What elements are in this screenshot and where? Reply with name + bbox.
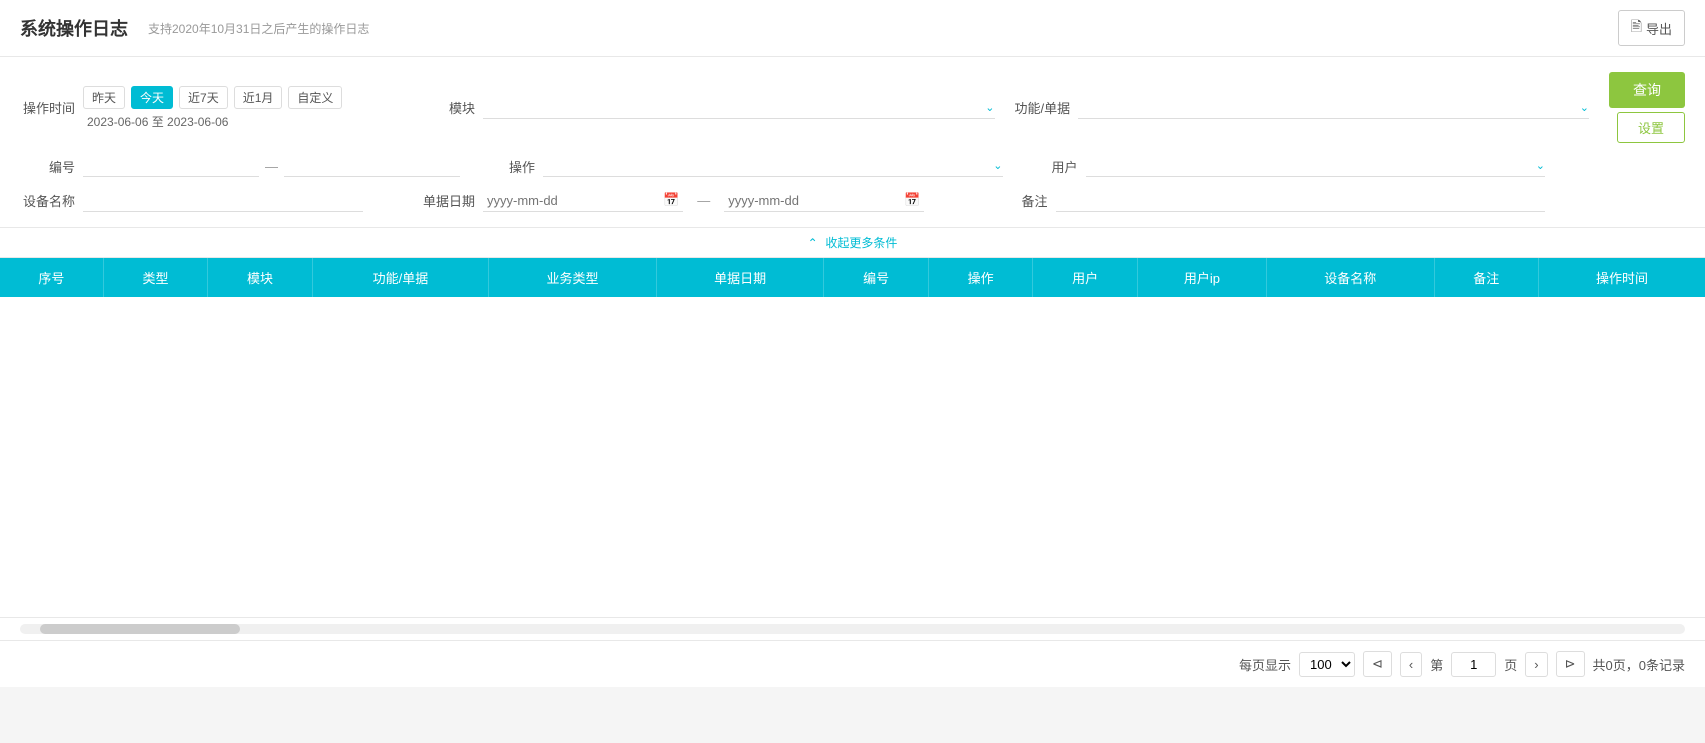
num-label: 编号 xyxy=(20,157,75,176)
calendar-end-icon[interactable]: 📅 xyxy=(904,192,920,208)
table-header-cell: 用户ip xyxy=(1137,258,1266,297)
today-btn[interactable]: 今天 xyxy=(131,86,173,109)
date-end-input[interactable] xyxy=(728,193,904,208)
collapse-label: 收起更多条件 xyxy=(825,236,897,250)
page-size-select[interactable]: 100 50 200 xyxy=(1299,652,1355,677)
yesterday-btn[interactable]: 昨天 xyxy=(83,86,125,109)
export-button[interactable]: 🖹 导出 xyxy=(1618,10,1685,46)
settings-button[interactable]: 设置 xyxy=(1617,112,1685,143)
collapse-bar[interactable]: ⌃ 收起更多条件 xyxy=(0,228,1705,258)
action-buttons: 查询 设置 xyxy=(1609,72,1685,143)
user-label: 用户 xyxy=(1023,157,1078,176)
func-label: 功能/单据 xyxy=(1015,98,1071,117)
func-select[interactable] xyxy=(1078,100,1576,115)
num-dash: — xyxy=(265,159,278,174)
query-button[interactable]: 查询 xyxy=(1609,72,1685,108)
scrollbar-thumb[interactable] xyxy=(40,624,240,634)
calendar-start-icon[interactable]: 📅 xyxy=(663,192,679,208)
date-dash: — xyxy=(697,193,710,208)
device-label: 设备名称 xyxy=(20,191,75,210)
table-header-cell: 编号 xyxy=(824,258,928,297)
remark-label: 备注 xyxy=(993,191,1048,210)
filter-area: 操作时间 昨天 今天 近7天 近1月 自定义 2023-06-06 至 2023… xyxy=(0,57,1705,228)
empty-area xyxy=(0,297,1705,617)
num-start-input[interactable] xyxy=(83,155,259,177)
num-end-input[interactable] xyxy=(284,155,460,177)
table-header-cell: 单据日期 xyxy=(656,258,824,297)
pagination-bar: 每页显示 100 50 200 ⊲ ‹ 第 页 › ⊳ 共0页，0条记录 xyxy=(0,640,1705,687)
page-number-input[interactable] xyxy=(1451,652,1496,677)
data-table: 序号类型模块功能/单据业务类型单据日期编号操作用户用户ip设备名称备注操作时间 xyxy=(0,258,1705,297)
module-select[interactable] xyxy=(483,100,981,115)
user-select[interactable] xyxy=(1086,158,1532,173)
custom-btn[interactable]: 自定义 xyxy=(288,86,342,109)
user-chevron-icon: ⌄ xyxy=(1536,159,1545,172)
op-select[interactable] xyxy=(543,158,989,173)
table-header-cell: 备注 xyxy=(1434,258,1538,297)
last1month-btn[interactable]: 近1月 xyxy=(234,86,283,109)
table-area: 序号类型模块功能/单据业务类型单据日期编号操作用户用户ip设备名称备注操作时间 xyxy=(0,258,1705,617)
table-header-cell: 序号 xyxy=(0,258,103,297)
table-header-cell: 功能/单据 xyxy=(312,258,488,297)
date-range-display: 2023-06-06 至 2023-06-06 xyxy=(87,113,342,130)
module-chevron-icon: ⌄ xyxy=(985,101,994,114)
date-start-input[interactable] xyxy=(487,193,663,208)
per-page-label: 每页显示 xyxy=(1239,655,1291,674)
page-summary: 共0页，0条记录 xyxy=(1593,655,1685,674)
page-text-label: 第 xyxy=(1430,655,1443,674)
scrollbar-area xyxy=(0,617,1705,640)
last-page-btn[interactable]: ⊳ xyxy=(1556,651,1585,677)
table-header-cell: 设备名称 xyxy=(1266,258,1434,297)
table-header-cell: 操作 xyxy=(928,258,1032,297)
next-page-btn[interactable]: › xyxy=(1525,652,1547,677)
module-label: 模块 xyxy=(420,98,475,117)
table-header-cell: 业务类型 xyxy=(489,258,657,297)
op-chevron-icon: ⌄ xyxy=(993,159,1002,172)
op-label: 操作 xyxy=(480,157,535,176)
table-header: 序号类型模块功能/单据业务类型单据日期编号操作用户用户ip设备名称备注操作时间 xyxy=(0,258,1705,297)
page-header: 系统操作日志 支持2020年10月31日之后产生的操作日志 🖹 导出 xyxy=(0,0,1705,57)
table-header-cell: 类型 xyxy=(103,258,207,297)
func-chevron-icon: ⌄ xyxy=(1580,101,1589,114)
first-page-btn[interactable]: ⊲ xyxy=(1363,651,1392,677)
export-icon: 🖹 xyxy=(1631,16,1642,40)
table-header-cell: 操作时间 xyxy=(1539,258,1705,297)
prev-page-btn[interactable]: ‹ xyxy=(1400,652,1422,677)
device-input[interactable] xyxy=(83,190,363,212)
table-header-cell: 用户 xyxy=(1033,258,1137,297)
collapse-icon: ⌃ xyxy=(808,236,818,250)
export-label: 导出 xyxy=(1646,19,1672,38)
voucher-date-label: 单据日期 xyxy=(420,191,475,210)
horizontal-scrollbar[interactable] xyxy=(20,624,1685,634)
page-subtitle: 支持2020年10月31日之后产生的操作日志 xyxy=(148,20,369,37)
last7days-btn[interactable]: 近7天 xyxy=(179,86,228,109)
remark-input[interactable] xyxy=(1056,190,1546,212)
time-label: 操作时间 xyxy=(20,98,75,117)
page-title: 系统操作日志 xyxy=(20,15,128,41)
table-header-cell: 模块 xyxy=(208,258,312,297)
page-suffix-label: 页 xyxy=(1504,655,1517,674)
